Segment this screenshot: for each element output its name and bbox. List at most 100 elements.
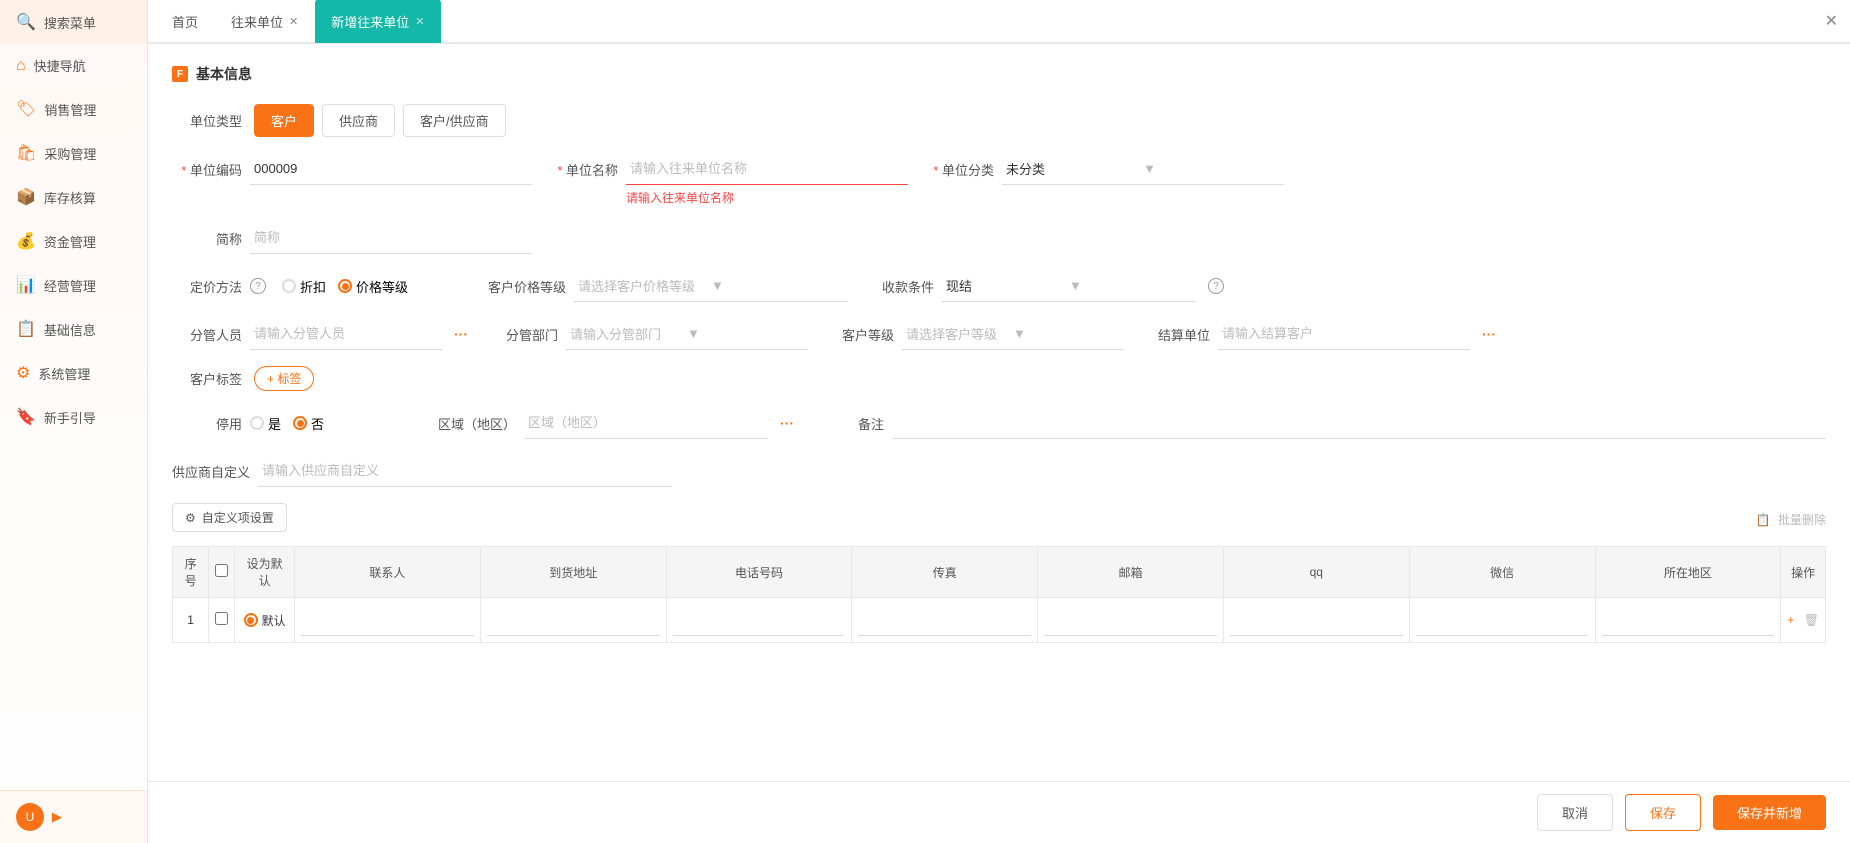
region-more-btn[interactable]: ···	[776, 415, 798, 431]
close-new-partner-tab-icon[interactable]: ✕	[415, 15, 424, 28]
type-btn-both[interactable]: 客户/供应商	[403, 104, 506, 137]
sidebar-item-operations[interactable]: 📊 经营管理	[0, 263, 147, 307]
col-qq: qq	[1223, 547, 1409, 598]
row-actions: + 🗑	[1781, 598, 1826, 643]
row-contact-input[interactable]	[301, 604, 474, 636]
sidebar-item-system[interactable]: ⚙ 系统管理	[0, 351, 147, 395]
section-basic-info: F 基本信息	[172, 64, 1826, 84]
section-title-text: 基本信息	[196, 64, 252, 84]
table-row: 1 默认	[173, 598, 1826, 643]
sidebar-bottom: U ▶	[0, 790, 147, 843]
close-partner-tab-icon[interactable]: ✕	[289, 15, 298, 28]
short-name-input[interactable]	[250, 222, 532, 254]
sales-icon: 🏷	[16, 99, 36, 119]
payment-condition-select[interactable]: 现结 ▼	[942, 270, 1196, 302]
pricing-radio-discount[interactable]: 折扣	[282, 277, 326, 296]
row-delete-icon[interactable]: 🗑	[1804, 613, 1819, 627]
row-region-input[interactable]	[1602, 604, 1775, 636]
main-panel: 首页 往来单位 ✕ 新增往来单位 ✕ ✕ F 基本信息 单位类型 客户	[148, 0, 1850, 843]
custom-settings-button[interactable]: ⚙ 自定义项设置	[172, 503, 287, 532]
notes-input[interactable]	[892, 407, 1826, 439]
unit-code-input[interactable]	[250, 153, 532, 185]
disable-no-radio[interactable]: 否	[293, 414, 324, 433]
customer-level-select[interactable]: 请选择客户等级 ▼	[902, 318, 1124, 350]
sidebar-item-guide[interactable]: 🔖 新手引导	[0, 395, 147, 439]
close-window-icon[interactable]: ✕	[1825, 11, 1838, 31]
save-and-new-button[interactable]: 保存并新增	[1713, 795, 1826, 830]
department-label: 分管部门	[488, 325, 558, 344]
settlement-unit-input[interactable]	[1218, 318, 1470, 350]
home-icon: ⌂	[16, 57, 26, 75]
form-container: F 基本信息 单位类型 客户 供应商 客户/供应商 单位编码	[148, 44, 1850, 781]
sidebar-item-quick-nav[interactable]: ⌂ 快捷导航	[0, 44, 147, 87]
tab-home[interactable]: 首页	[156, 0, 215, 43]
tab-new-partner[interactable]: 新增往来单位 ✕	[315, 0, 441, 43]
col-contact: 联系人	[295, 547, 481, 598]
operations-icon: 📊	[16, 275, 36, 295]
unit-category-select[interactable]: 未分类 ▼	[1002, 153, 1284, 185]
customer-price-level-label: 客户价格等级	[488, 277, 566, 296]
sidebar-item-finance[interactable]: 💰 资金管理	[0, 219, 147, 263]
sidebar-label-inventory: 库存核算	[44, 188, 96, 207]
expand-icon[interactable]: ▶	[52, 809, 62, 825]
payment-condition-chevron: ▼	[1069, 278, 1192, 293]
sidebar-label-basic-info: 基础信息	[44, 320, 96, 339]
row-fax-input[interactable]	[858, 604, 1031, 636]
department-chevron: ▼	[687, 326, 804, 341]
pricing-help-icon[interactable]: ?	[250, 278, 266, 294]
disable-yes-radio[interactable]: 是	[250, 414, 281, 433]
manager-input[interactable]	[250, 318, 442, 350]
save-button[interactable]: 保存	[1625, 794, 1701, 831]
unit-type-buttons: 客户 供应商 客户/供应商	[254, 104, 506, 137]
finance-icon: 💰	[16, 231, 36, 251]
customer-price-level-select[interactable]: 请选择客户价格等级 ▼	[574, 270, 848, 302]
region-input[interactable]	[524, 407, 768, 439]
department-placeholder: 请输入分管部门	[570, 324, 687, 343]
system-icon: ⚙	[16, 363, 30, 383]
pricing-radio-level[interactable]: 价格等级	[338, 277, 408, 296]
row-email-input[interactable]	[1044, 604, 1217, 636]
sidebar-item-inventory[interactable]: 📦 库存核算	[0, 175, 147, 219]
select-all-checkbox[interactable]	[215, 564, 228, 577]
row-select-checkbox[interactable]	[215, 612, 228, 625]
settlement-more-btn[interactable]: ···	[1478, 326, 1500, 342]
row-fax	[852, 598, 1038, 643]
notes-label: 备注	[814, 414, 884, 433]
settlement-unit-label: 结算单位	[1140, 325, 1210, 344]
unit-info-row: 单位编码 单位名称 请输入往来单位名称 单位分类 未分类 ▼	[172, 153, 1826, 206]
col-seq: 序号	[173, 547, 209, 598]
manager-more-btn[interactable]: ···	[450, 326, 472, 342]
col-phone: 电话号码	[666, 547, 852, 598]
row-add-icon[interactable]: +	[1787, 613, 1794, 627]
unit-category-label: 单位分类	[924, 160, 994, 179]
customer-level-chevron: ▼	[1013, 326, 1120, 341]
payment-help-icon[interactable]: ?	[1208, 278, 1224, 294]
row-wechat-input[interactable]	[1416, 604, 1589, 636]
tab-partner[interactable]: 往来单位 ✕	[215, 0, 315, 43]
unit-category-value: 未分类	[1006, 159, 1143, 178]
sidebar-label-purchase: 采购管理	[44, 144, 96, 163]
sidebar-item-sales[interactable]: 🏷 销售管理	[0, 87, 147, 131]
sidebar-item-purchase[interactable]: 🛍 采购管理	[0, 131, 147, 175]
sidebar-item-basic-info[interactable]: 📋 基础信息	[0, 307, 147, 351]
col-action: 操作	[1781, 547, 1826, 598]
payment-condition-label: 收款条件	[864, 277, 934, 296]
supplier-custom-row: 供应商自定义	[172, 455, 1826, 487]
row-phone-input[interactable]	[673, 604, 846, 636]
type-btn-supplier[interactable]: 供应商	[322, 104, 395, 137]
row-default-radio[interactable]: 默认	[241, 612, 288, 629]
disable-yes-circle	[250, 416, 264, 430]
sidebar-item-search[interactable]: 🔍 搜索菜单	[0, 0, 147, 44]
row-qq-input[interactable]	[1230, 604, 1403, 636]
department-select[interactable]: 请输入分管部门 ▼	[566, 318, 808, 350]
section-icon: F	[172, 66, 188, 82]
supplier-custom-input[interactable]	[258, 455, 672, 487]
type-btn-customer[interactable]: 客户	[254, 104, 314, 137]
row-checkbox	[209, 598, 235, 643]
row-address-input[interactable]	[487, 604, 660, 636]
unit-name-input[interactable]	[626, 153, 908, 185]
cancel-button[interactable]: 取消	[1537, 794, 1613, 831]
add-tag-button[interactable]: + 标签	[254, 366, 314, 391]
customer-level-placeholder: 请选择客户等级	[906, 324, 1013, 343]
row-email	[1038, 598, 1224, 643]
